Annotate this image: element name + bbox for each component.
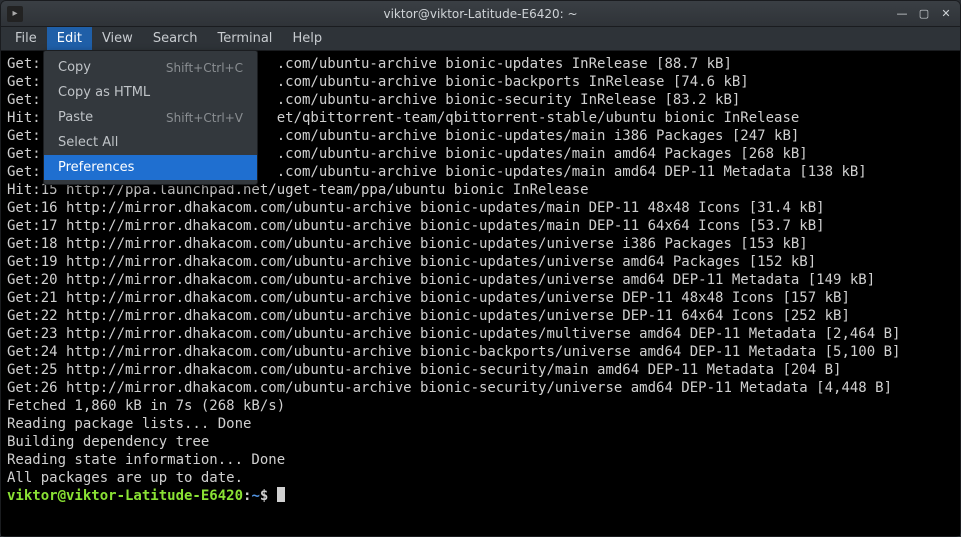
edit-dropdown: Copy Shift+Ctrl+C Copy as HTML Paste Shi… — [43, 50, 258, 185]
terminal-line: Reading state information... Done — [7, 451, 954, 469]
maximize-button[interactable]: ▢ — [914, 5, 934, 23]
terminal-icon: ▸ — [7, 6, 23, 22]
terminal-line: Get:18 http://mirror.dhakacom.com/ubuntu… — [7, 235, 954, 253]
dropdown-paste[interactable]: Paste Shift+Ctrl+V — [44, 105, 257, 130]
terminal-prompt[interactable]: viktor@viktor-Latitude-E6420:~$ — [7, 487, 954, 505]
menu-terminal[interactable]: Terminal — [207, 27, 282, 50]
menubar: File Edit View Search Terminal Help — [1, 27, 960, 51]
menu-file[interactable]: File — [5, 27, 47, 50]
dropdown-label: Preferences — [58, 160, 134, 175]
terminal-line: Get:25 http://mirror.dhakacom.com/ubuntu… — [7, 361, 954, 379]
menu-edit[interactable]: Edit — [47, 27, 92, 50]
terminal-line: Fetched 1,860 kB in 7s (268 kB/s) — [7, 397, 954, 415]
terminal-line: Get:26 http://mirror.dhakacom.com/ubuntu… — [7, 379, 954, 397]
cursor — [277, 487, 285, 502]
terminal-line: Get:16 http://mirror.dhakacom.com/ubuntu… — [7, 199, 954, 217]
prompt-path: ~ — [251, 488, 259, 504]
terminal-line: Get:19 http://mirror.dhakacom.com/ubuntu… — [7, 253, 954, 271]
dropdown-shortcut: Shift+Ctrl+C — [166, 61, 243, 75]
window-controls: — ▢ ✕ — [892, 5, 956, 23]
minimize-button[interactable]: — — [892, 5, 912, 23]
dropdown-label: Select All — [58, 135, 118, 150]
terminal-line: Get:24 http://mirror.dhakacom.com/ubuntu… — [7, 343, 954, 361]
terminal-line: Get:20 http://mirror.dhakacom.com/ubuntu… — [7, 271, 954, 289]
close-button[interactable]: ✕ — [936, 5, 956, 23]
terminal-line: Get:17 http://mirror.dhakacom.com/ubuntu… — [7, 217, 954, 235]
dropdown-copy[interactable]: Copy Shift+Ctrl+C — [44, 55, 257, 80]
dropdown-label: Copy as HTML — [58, 85, 150, 100]
titlebar: ▸ viktor@viktor-Latitude-E6420: ~ — ▢ ✕ — [1, 1, 960, 27]
dropdown-copy-html[interactable]: Copy as HTML — [44, 80, 257, 105]
terminal-line: All packages are up to date. — [7, 469, 954, 487]
terminal-line: Reading package lists... Done — [7, 415, 954, 433]
terminal-line: Get:21 http://mirror.dhakacom.com/ubuntu… — [7, 289, 954, 307]
dropdown-shortcut: Shift+Ctrl+V — [166, 111, 243, 125]
terminal-line: Get:23 http://mirror.dhakacom.com/ubuntu… — [7, 325, 954, 343]
prompt-suffix: $ — [260, 488, 277, 504]
dropdown-label: Copy — [58, 60, 91, 75]
menu-search[interactable]: Search — [143, 27, 208, 50]
dropdown-preferences[interactable]: Preferences — [44, 155, 257, 180]
prompt-user-host: viktor@viktor-Latitude-E6420 — [7, 488, 243, 504]
dropdown-label: Paste — [58, 110, 93, 125]
menu-view[interactable]: View — [92, 27, 143, 50]
dropdown-select-all[interactable]: Select All — [44, 130, 257, 155]
window-title: viktor@viktor-Latitude-E6420: ~ — [383, 7, 577, 21]
menu-help[interactable]: Help — [282, 27, 332, 50]
terminal-line: Get:22 http://mirror.dhakacom.com/ubuntu… — [7, 307, 954, 325]
terminal-line: Building dependency tree — [7, 433, 954, 451]
